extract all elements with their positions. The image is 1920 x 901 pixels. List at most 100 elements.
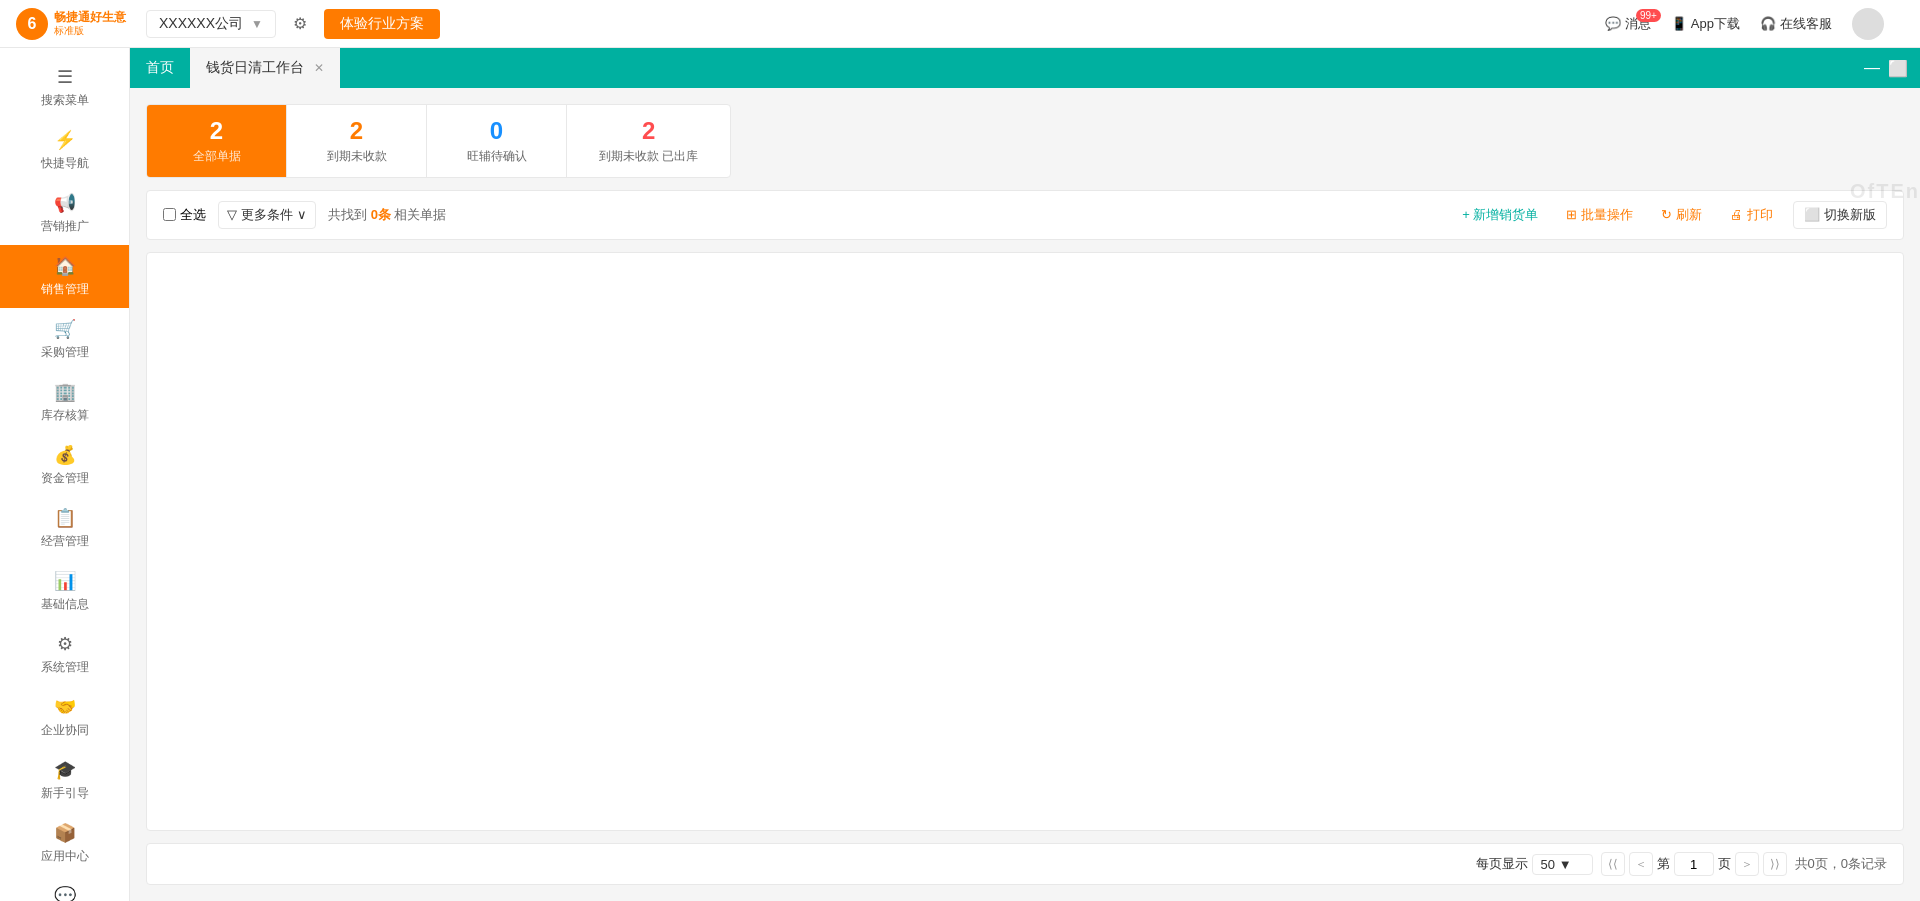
toolbar-left: 全选 ▽ 更多条件 ∨ 共找到 0条 相关单据 <box>163 201 1442 229</box>
batch-operation-button[interactable]: ⊞ 批量操作 <box>1558 202 1641 228</box>
page-input[interactable] <box>1674 852 1714 876</box>
logo-subtitle: 标准版 <box>54 25 126 37</box>
switch-version-button[interactable]: ⬜ 切换新版 <box>1793 201 1887 229</box>
sidebar-item-search[interactable]: ☰ 搜索菜单 <box>0 56 129 119</box>
marketing-icon: 📢 <box>54 192 76 214</box>
stat-card-pending[interactable]: 0 旺辅待确认 <box>427 105 567 177</box>
next-page-button[interactable]: ＞ <box>1735 852 1759 876</box>
sidebar-item-sales-label: 销售管理 <box>41 281 89 298</box>
sales-icon: 🏠 <box>54 255 76 277</box>
tab-cash-flow[interactable]: 钱货日清工作台 ✕ <box>190 48 340 88</box>
found-suffix: 相关单据 <box>394 207 446 222</box>
stat-number-overdue-shipped: 2 <box>599 117 698 146</box>
system-icon: ⚙ <box>57 633 73 655</box>
pagination-bar: 每页显示 50 ▼ ⟨⟨ ＜ 第 页 ＞ ⟩⟩ 共0页，0条记录 <box>146 843 1904 885</box>
top-header: 6 畅捷通好生意 标准版 XXXXXX公司 ▼ ⚙ 体验行业方案 💬 消息 99… <box>0 0 1920 48</box>
sidebar-item-sales[interactable]: 🏠 销售管理 <box>0 245 129 308</box>
company-name: XXXXXX公司 <box>159 15 243 33</box>
settings-icon[interactable]: ⚙ <box>284 8 316 40</box>
app-download-button[interactable]: 📱 App下载 <box>1671 15 1740 33</box>
select-all-checkbox[interactable]: 全选 <box>163 206 206 224</box>
sidebar-item-wechat[interactable]: 💬 企业微信 <box>0 875 129 901</box>
message-button[interactable]: 💬 消息 99+ <box>1605 15 1651 33</box>
page-size-selector: 每页显示 50 ▼ <box>1476 854 1593 875</box>
page-total: 共0页，0条记录 <box>1795 855 1887 873</box>
page-nav: ⟨⟨ ＜ 第 页 ＞ ⟩⟩ <box>1601 852 1787 876</box>
sidebar-item-guide[interactable]: 🎓 新手引导 <box>0 749 129 812</box>
content-area: 首页 钱货日清工作台 ✕ — ⬜ 2 全部单据 2 到期未收款 <box>130 48 1920 901</box>
table-area <box>146 252 1904 831</box>
found-text: 共找到 0条 相关单据 <box>328 206 446 224</box>
stats-cards: 2 全部单据 2 到期未收款 0 旺辅待确认 2 到期未收款 已出库 <box>146 104 731 178</box>
minimize-icon[interactable]: — <box>1864 59 1880 77</box>
sidebar-item-cooperation-label: 企业协同 <box>41 722 89 739</box>
chevron-down-icon: ▼ <box>251 17 263 31</box>
sidebar-item-finance-label: 资金管理 <box>41 470 89 487</box>
toolbar: 全选 ▽ 更多条件 ∨ 共找到 0条 相关单据 + 新增销货单 <box>146 190 1904 240</box>
new-sale-button[interactable]: + 新增销货单 <box>1454 202 1546 228</box>
app-download-label: App下载 <box>1691 15 1740 33</box>
refresh-button[interactable]: ↻ 刷新 <box>1653 202 1710 228</box>
page-label: 第 <box>1657 855 1670 873</box>
quicknav-icon: ⚡ <box>54 129 76 151</box>
sidebar-item-purchase-label: 采购管理 <box>41 344 89 361</box>
tab-close-icon[interactable]: ✕ <box>314 61 324 75</box>
filter-button[interactable]: ▽ 更多条件 ∨ <box>218 201 316 229</box>
print-button[interactable]: 🖨 打印 <box>1722 202 1781 228</box>
trial-button[interactable]: 体验行业方案 <box>324 9 440 39</box>
filter-arrow-icon: ∨ <box>297 207 307 222</box>
sidebar-item-operations[interactable]: 📋 经营管理 <box>0 497 129 560</box>
tab-home-label: 首页 <box>146 59 174 77</box>
filter-icon: ▽ <box>227 207 237 222</box>
online-service-button[interactable]: 🎧 在线客服 <box>1760 15 1832 33</box>
switch-label: 切换新版 <box>1824 207 1876 222</box>
switch-icon: ⬜ <box>1804 207 1820 222</box>
sidebar-item-marketing[interactable]: 📢 营销推广 <box>0 182 129 245</box>
tab-bar-right: — ⬜ <box>1864 59 1920 78</box>
prev-page-button[interactable]: ＜ <box>1629 852 1653 876</box>
logo-title: 畅捷通好生意 <box>54 10 126 24</box>
sidebar-item-apps[interactable]: 📦 应用中心 <box>0 812 129 875</box>
stat-card-overdue[interactable]: 2 到期未收款 <box>287 105 427 177</box>
sidebar-item-purchase[interactable]: 🛒 采购管理 <box>0 308 129 371</box>
page-suffix: 页 <box>1718 855 1731 873</box>
stat-card-overdue-shipped[interactable]: 2 到期未收款 已出库 <box>567 105 730 177</box>
stat-label-overdue-shipped: 到期未收款 已出库 <box>599 148 698 165</box>
tab-home[interactable]: 首页 <box>130 48 190 88</box>
filter-label: 更多条件 <box>241 206 293 224</box>
maximize-icon[interactable]: ⬜ <box>1888 59 1908 78</box>
company-selector[interactable]: XXXXXX公司 ▼ <box>146 10 276 38</box>
sidebar-item-inventory-label: 库存核算 <box>41 407 89 424</box>
stat-number-overdue: 2 <box>319 117 394 146</box>
sidebar-item-system[interactable]: ⚙ 系统管理 <box>0 623 129 686</box>
headset-icon: 🎧 <box>1760 16 1776 31</box>
avatar[interactable] <box>1852 8 1884 40</box>
stat-card-all[interactable]: 2 全部单据 <box>147 105 287 177</box>
message-badge: 99+ <box>1636 9 1661 22</box>
sidebar-item-cooperation[interactable]: 🤝 企业协同 <box>0 686 129 749</box>
refresh-icon: ↻ <box>1661 207 1672 222</box>
operations-icon: 📋 <box>54 507 76 529</box>
stat-label-all: 全部单据 <box>179 148 254 165</box>
select-all-input[interactable] <box>163 208 176 221</box>
found-count: 0条 <box>371 207 391 222</box>
sidebar-item-basics[interactable]: 📊 基础信息 <box>0 560 129 623</box>
per-page-value: 50 <box>1541 857 1555 872</box>
stat-label-pending: 旺辅待确认 <box>459 148 534 165</box>
sidebar-item-apps-label: 应用中心 <box>41 848 89 865</box>
last-page-button[interactable]: ⟩⟩ <box>1763 852 1787 876</box>
select-all-label: 全选 <box>180 206 206 224</box>
toolbar-right: + 新增销货单 ⊞ 批量操作 ↻ 刷新 🖨 打印 ⬜ <box>1454 201 1887 229</box>
per-page-select[interactable]: 50 ▼ <box>1532 854 1593 875</box>
phone-icon: 📱 <box>1671 16 1687 31</box>
sidebar-item-inventory[interactable]: 🏢 库存核算 <box>0 371 129 434</box>
first-page-button[interactable]: ⟨⟨ <box>1601 852 1625 876</box>
sidebar-item-finance[interactable]: 💰 资金管理 <box>0 434 129 497</box>
wechat-icon: 💬 <box>54 885 76 901</box>
page-content: 2 全部单据 2 到期未收款 0 旺辅待确认 2 到期未收款 已出库 <box>130 88 1920 901</box>
tab-cash-flow-label: 钱货日清工作台 <box>206 59 304 77</box>
sidebar-item-quicknav[interactable]: ⚡ 快捷导航 <box>0 119 129 182</box>
sidebar-item-system-label: 系统管理 <box>41 659 89 676</box>
sidebar: ☰ 搜索菜单 ⚡ 快捷导航 📢 营销推广 🏠 销售管理 🛒 采购管理 🏢 库存核… <box>0 48 130 901</box>
stat-number-pending: 0 <box>459 117 534 146</box>
